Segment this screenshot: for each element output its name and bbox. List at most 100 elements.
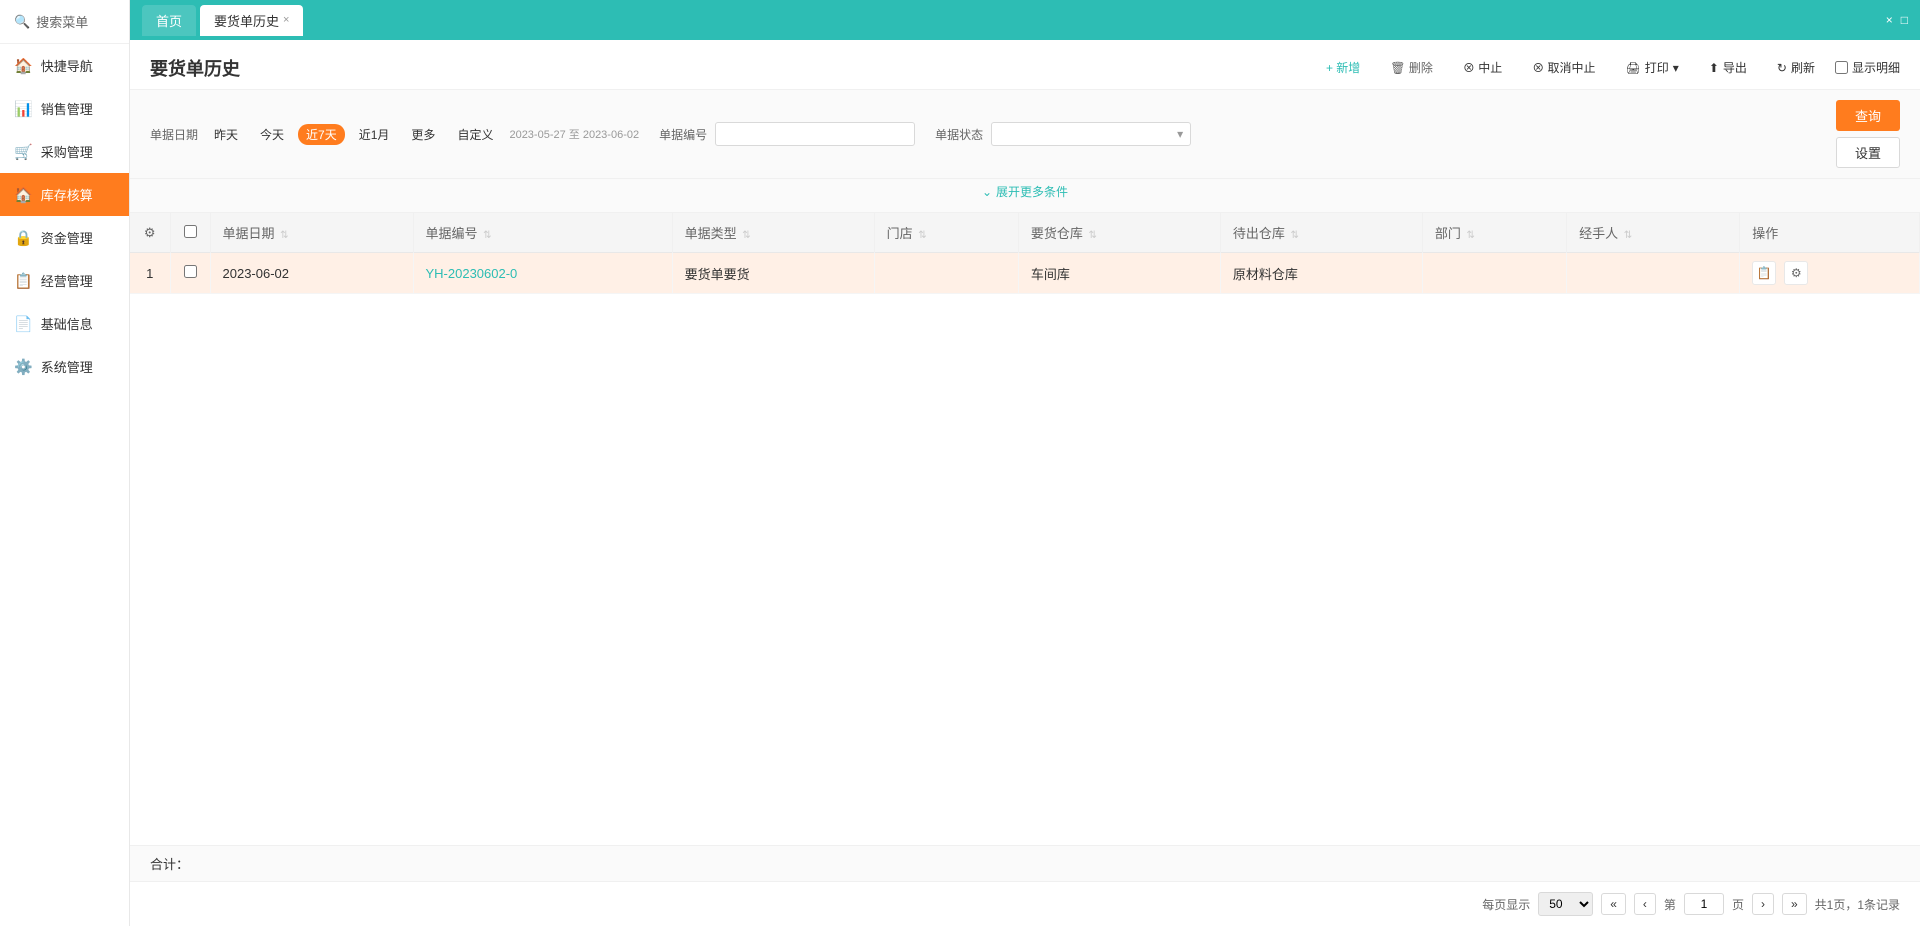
setting-button[interactable]: 设置 xyxy=(1836,137,1900,168)
sidebar-item-operations[interactable]: 📋 经营管理 xyxy=(0,259,129,302)
col-date-sort-icon: ⇅ xyxy=(280,230,288,241)
select-all-checkbox[interactable] xyxy=(184,225,197,238)
toolbar: + 新增 🗑 删除 ⊗ 中止 ⊗ 取消中止 🖨 打印 ▾ ⬆ 导出 ↻ 刷新 xyxy=(1316,54,1900,81)
sidebar-item-finance[interactable]: 🔒 资金管理 xyxy=(0,216,129,259)
add-button[interactable]: + 新增 xyxy=(1316,54,1370,81)
print-button[interactable]: 🖨 打印 ▾ xyxy=(1616,54,1689,81)
sidebar-item-inventory-label: 库存核算 xyxy=(41,185,93,204)
col-bill-no[interactable]: 单据编号 ⇅ xyxy=(413,213,672,253)
stop-button[interactable]: ⊗ 中止 xyxy=(1453,54,1512,81)
col-bill-type[interactable]: 单据类型 ⇅ xyxy=(672,213,874,253)
col-store-label: 门店 xyxy=(887,226,913,241)
col-req-warehouse[interactable]: 要货仓库 ⇅ xyxy=(1018,213,1220,253)
pagination-prev-btn[interactable]: ‹ xyxy=(1634,893,1656,915)
row-date: 2023-06-02 xyxy=(210,253,413,294)
per-page-select[interactable]: 20 50 100 xyxy=(1538,892,1593,916)
bill-status-select-wrapper xyxy=(991,122,1191,146)
tab-home-label: 首页 xyxy=(156,11,182,30)
sidebar-item-inventory[interactable]: 🏠 库存核算 xyxy=(0,173,129,216)
topbar-close-btn[interactable]: × xyxy=(1886,13,1893,27)
date-filter-buttons: 昨天 今天 近7天 近1月 更多 自定义 xyxy=(206,124,501,145)
tab-close-icon[interactable]: × xyxy=(283,14,289,26)
bill-no-label: 单据编号 xyxy=(659,126,707,143)
refresh-button[interactable]: ↻ 刷新 xyxy=(1767,54,1825,81)
pagination-first-btn[interactable]: « xyxy=(1601,893,1626,915)
pagination: 每页显示 20 50 100 « ‹ 第 页 › » 共1页，1条记录 xyxy=(130,881,1920,926)
sidebar-item-basic[interactable]: 📄 基础信息 xyxy=(0,302,129,345)
print-dropdown-icon: ▾ xyxy=(1673,61,1679,75)
row-store xyxy=(874,253,1018,294)
col-store[interactable]: 门店 ⇅ xyxy=(874,213,1018,253)
page-title: 要货单历史 xyxy=(150,55,240,81)
col-checkbox xyxy=(170,213,210,253)
col-handler-label: 经手人 xyxy=(1579,226,1618,241)
date-btn-today[interactable]: 今天 xyxy=(252,124,292,145)
tab-home[interactable]: 首页 xyxy=(142,5,196,36)
filter-bar: 单据日期 昨天 今天 近7天 近1月 更多 自定义 2023-05-27 至 2… xyxy=(130,90,1920,179)
col-settings[interactable]: ⚙ xyxy=(130,213,170,253)
col-req-warehouse-sort-icon: ⇅ xyxy=(1089,230,1097,241)
export-label: 导出 xyxy=(1723,59,1747,76)
date-btn-yesterday[interactable]: 昨天 xyxy=(206,124,246,145)
display-detail-checkbox[interactable] xyxy=(1835,61,1848,74)
query-button[interactable]: 查询 xyxy=(1836,100,1900,131)
col-date[interactable]: 单据日期 ⇅ xyxy=(210,213,413,253)
row-department xyxy=(1422,253,1566,294)
pagination-page-label: 第 xyxy=(1664,896,1676,913)
date-btn-more[interactable]: 更多 xyxy=(403,124,443,145)
row-checkbox-cell[interactable] xyxy=(170,253,210,294)
sidebar-item-basic-label: 基础信息 xyxy=(41,314,93,333)
date-btn-custom[interactable]: 自定义 xyxy=(449,124,501,145)
sidebar-item-system[interactable]: ⚙️ 系统管理 xyxy=(0,345,129,388)
row-handler xyxy=(1567,253,1740,294)
pagination-last-btn[interactable]: » xyxy=(1782,893,1807,915)
sidebar-search[interactable]: 🔍 搜索菜单 xyxy=(0,0,129,44)
row-bill-no-link[interactable]: YH-20230602-0 xyxy=(426,266,518,281)
sidebar-item-quick-nav[interactable]: 🏠 快捷导航 xyxy=(0,44,129,87)
content-area: 要货单历史 + 新增 🗑 删除 ⊗ 中止 ⊗ 取消中止 🖨 打印 ▾ ⬆ 导出 … xyxy=(130,40,1920,926)
row-actions-cell: 📋 ⚙ xyxy=(1740,253,1920,294)
row-pending-warehouse: 原材料仓库 xyxy=(1220,253,1422,294)
per-page-label: 每页显示 xyxy=(1482,896,1530,913)
col-bill-no-label: 单据编号 xyxy=(426,226,478,241)
bill-no-filter-group: 单据编号 xyxy=(659,122,915,146)
date-btn-7days[interactable]: 近7天 xyxy=(298,124,345,145)
purchase-icon: 🛒 xyxy=(14,143,33,161)
cancel-stop-button[interactable]: ⊗ 取消中止 xyxy=(1522,54,1605,81)
sidebar-item-quick-nav-label: 快捷导航 xyxy=(41,56,93,75)
topbar-maximize-btn[interactable]: □ xyxy=(1901,13,1908,27)
col-department-sort-icon: ⇅ xyxy=(1466,230,1474,241)
col-pending-warehouse[interactable]: 待出仓库 ⇅ xyxy=(1220,213,1422,253)
date-filter-label: 单据日期 xyxy=(150,126,198,143)
date-filter-group: 单据日期 昨天 今天 近7天 近1月 更多 自定义 2023-05-27 至 2… xyxy=(150,124,639,145)
main-area: 首页 要货单历史 × × □ 要货单历史 + 新增 🗑 删除 ⊗ 中止 ⊗ 取消… xyxy=(130,0,1920,926)
export-button[interactable]: ⬆ 导出 xyxy=(1699,54,1757,81)
row-checkbox[interactable] xyxy=(184,265,197,278)
display-detail-toggle[interactable]: 显示明细 xyxy=(1835,59,1900,76)
pagination-page-unit: 页 xyxy=(1732,896,1744,913)
export-icon: ⬆ xyxy=(1709,61,1719,75)
bill-no-input[interactable] xyxy=(715,122,915,146)
sidebar-item-sales[interactable]: 📊 销售管理 xyxy=(0,87,129,130)
delete-button[interactable]: 🗑 删除 xyxy=(1380,54,1443,81)
expand-more-btn[interactable]: ⌄ 展开更多条件 xyxy=(982,179,1068,204)
col-handler[interactable]: 经手人 ⇅ xyxy=(1567,213,1740,253)
col-department[interactable]: 部门 ⇅ xyxy=(1422,213,1566,253)
sidebar-item-operations-label: 经营管理 xyxy=(41,271,93,290)
row-bill-no[interactable]: YH-20230602-0 xyxy=(413,253,672,294)
bill-status-filter-group: 单据状态 xyxy=(935,122,1191,146)
date-btn-1month[interactable]: 近1月 xyxy=(351,124,398,145)
pagination-page-input[interactable] xyxy=(1684,893,1724,915)
sidebar-item-sales-label: 销售管理 xyxy=(41,99,93,118)
tab-active-label: 要货单历史 xyxy=(214,11,279,30)
row-bill-type: 要货单要货 xyxy=(672,253,874,294)
sidebar-item-purchase[interactable]: 🛒 采购管理 xyxy=(0,130,129,173)
print-label: 打印 xyxy=(1645,59,1669,76)
table-area: ⚙ 单据日期 ⇅ 单据编号 ⇅ 单据类型 xyxy=(130,213,1920,845)
row-edit-btn[interactable]: 📋 xyxy=(1752,261,1776,285)
tab-active[interactable]: 要货单历史 × xyxy=(200,5,303,36)
row-req-warehouse: 车间库 xyxy=(1018,253,1220,294)
row-delete-btn[interactable]: ⚙ xyxy=(1784,261,1808,285)
pagination-next-btn[interactable]: › xyxy=(1752,893,1774,915)
bill-status-select[interactable] xyxy=(991,122,1191,146)
